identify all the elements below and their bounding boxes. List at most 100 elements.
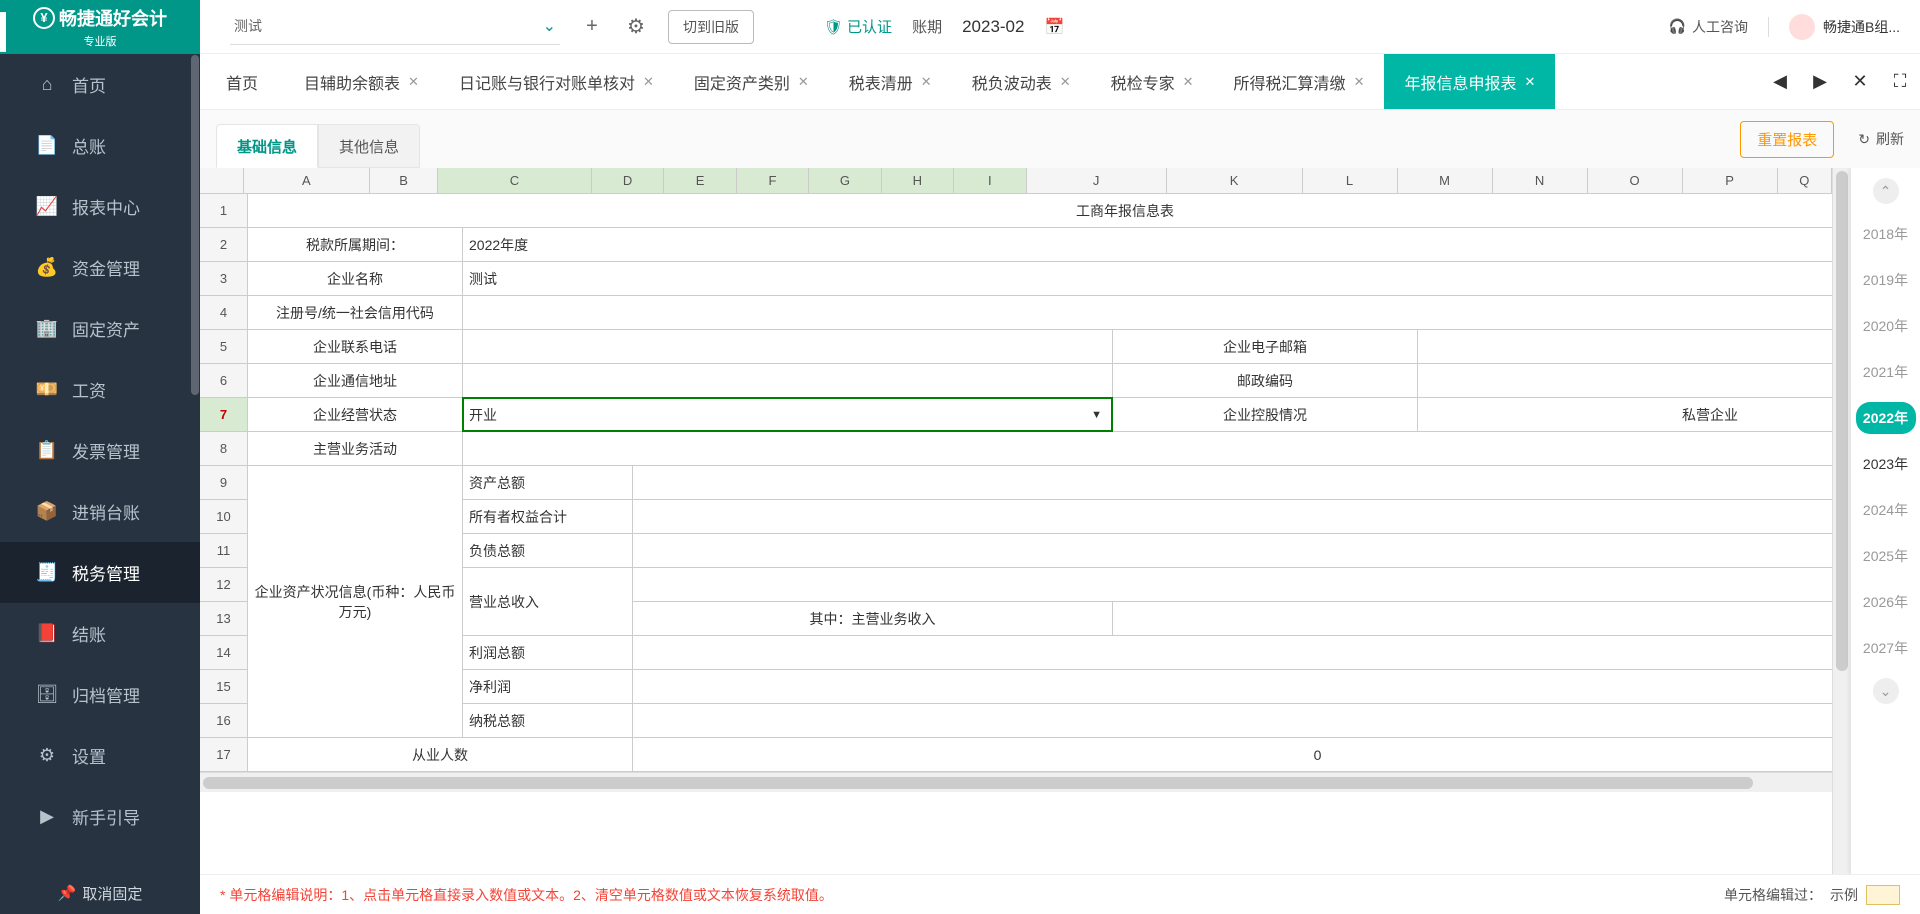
tab-5[interactable]: 税检专家✕ <box>1091 54 1214 109</box>
sidebar-item-guide[interactable]: ▶新手引导 <box>0 786 200 847</box>
year-item-2020年[interactable]: 2020年 <box>1856 310 1916 342</box>
refresh-button[interactable]: ↻刷新 <box>1858 129 1904 149</box>
mainrev-value[interactable] <box>1113 602 1832 636</box>
close-icon[interactable]: ✕ <box>921 74 932 90</box>
sidebar-item-money[interactable]: 💰资金管理 <box>0 237 200 298</box>
asset-block-label[interactable]: 企业资产状况信息(币种：人民币万元) <box>248 466 463 738</box>
sidebar-item-tax[interactable]: 🧾税务管理 <box>0 542 200 603</box>
row-header-1[interactable]: 1 <box>200 194 248 228</box>
close-icon[interactable]: ✕ <box>798 74 809 90</box>
holding-label[interactable]: 企业控股情况 <box>1113 398 1418 432</box>
phone-label[interactable]: 企业联系电话 <box>248 330 463 364</box>
tab-2[interactable]: 固定资产类别✕ <box>674 54 829 109</box>
asset-field-9[interactable]: 资产总额 <box>463 466 633 500</box>
sidebar-item-close[interactable]: 📕结账 <box>0 603 200 664</box>
col-header-H[interactable]: H <box>882 168 954 193</box>
row-header-15[interactable]: 15 <box>200 670 248 704</box>
status-value[interactable]: 开业▼ <box>463 398 1113 432</box>
mainrev-label[interactable]: 其中：主营业务收入 <box>633 602 1113 636</box>
year-item-2026年[interactable]: 2026年 <box>1856 586 1916 618</box>
sub-tab-1[interactable]: 其他信息 <box>318 124 420 168</box>
row-header-16[interactable]: 16 <box>200 704 248 738</box>
addr-label[interactable]: 企业通信地址 <box>248 364 463 398</box>
tab-4[interactable]: 税负波动表✕ <box>952 54 1091 109</box>
asset-value-14[interactable] <box>633 636 1832 670</box>
company-select[interactable]: 测试 ⌄ <box>230 9 560 45</box>
name-label[interactable]: 企业名称 <box>248 262 463 296</box>
period-value-cell[interactable]: 2022年度 <box>463 228 1832 262</box>
row-header-17[interactable]: 17 <box>200 738 248 772</box>
status-label[interactable]: 企业经营状态 <box>248 398 463 432</box>
sidebar-item-salary[interactable]: 💴工资 <box>0 359 200 420</box>
tab-prev-icon[interactable]: ◀ <box>1760 71 1800 92</box>
col-header-F[interactable]: F <box>737 168 809 193</box>
col-header-N[interactable]: N <box>1493 168 1588 193</box>
year-item-2019年[interactable]: 2019年 <box>1856 264 1916 296</box>
sidebar-item-asset[interactable]: 🏢固定资产 <box>0 298 200 359</box>
reset-button[interactable]: 重置报表 <box>1740 121 1834 158</box>
tab-1[interactable]: 日记账与银行对账单核对✕ <box>439 54 674 109</box>
sidebar-item-chart[interactable]: 📈报表中心 <box>0 176 200 237</box>
col-header-O[interactable]: O <box>1588 168 1683 193</box>
close-icon[interactable]: ✕ <box>643 74 654 90</box>
tab-home[interactable]: 首页 <box>200 54 284 109</box>
rev-value[interactable] <box>633 568 1832 602</box>
tab-3[interactable]: 税表清册✕ <box>829 54 952 109</box>
rev-label[interactable]: 营业总收入 <box>463 568 633 636</box>
row-header-13[interactable]: 13 <box>200 602 248 636</box>
fullscreen-icon[interactable]: ⛶ <box>1880 71 1920 92</box>
asset-value-9[interactable] <box>633 466 1832 500</box>
row-header-4[interactable]: 4 <box>200 296 248 330</box>
close-icon[interactable]: ✕ <box>408 74 419 90</box>
row-header-9[interactable]: 9 <box>200 466 248 500</box>
sidebar-item-invoice[interactable]: 📋发票管理 <box>0 420 200 481</box>
year-item-2027年[interactable]: 2027年 <box>1856 632 1916 664</box>
close-icon[interactable]: ✕ <box>1060 74 1071 90</box>
col-header-J[interactable]: J <box>1027 168 1167 193</box>
col-header-E[interactable]: E <box>664 168 736 193</box>
row-header-12[interactable]: 12 <box>200 568 248 602</box>
asset-field-14[interactable]: 利润总额 <box>463 636 633 670</box>
row-header-8[interactable]: 8 <box>200 432 248 466</box>
asset-field-16[interactable]: 纳税总额 <box>463 704 633 738</box>
email-label[interactable]: 企业电子邮箱 <box>1113 330 1418 364</box>
dropdown-icon[interactable]: ▼ <box>1091 409 1106 421</box>
sidebar-item-ledger[interactable]: 📄总账 <box>0 115 200 176</box>
year-item-2023年[interactable]: 2023年 <box>1856 448 1916 480</box>
close-icon[interactable]: ✕ <box>1524 74 1535 90</box>
reg-label[interactable]: 注册号/统一社会信用代码 <box>248 296 463 330</box>
row-header-7[interactable]: 7 <box>200 398 248 432</box>
year-item-2025年[interactable]: 2025年 <box>1856 540 1916 572</box>
col-header-C[interactable]: C <box>438 168 592 193</box>
year-up-icon[interactable]: ⌃ <box>1873 178 1899 204</box>
col-header-P[interactable]: P <box>1683 168 1778 193</box>
year-item-2022年[interactable]: 2022年 <box>1856 402 1916 434</box>
asset-value-15[interactable] <box>633 670 1832 704</box>
col-header-A[interactable]: A <box>244 168 371 193</box>
vertical-scrollbar[interactable] <box>1832 168 1850 874</box>
row-header-2[interactable]: 2 <box>200 228 248 262</box>
year-item-2018年[interactable]: 2018年 <box>1856 218 1916 250</box>
year-item-2021年[interactable]: 2021年 <box>1856 356 1916 388</box>
emp-value[interactable]: 0 <box>633 738 1832 772</box>
col-header-K[interactable]: K <box>1167 168 1303 193</box>
zip-label[interactable]: 邮政编码 <box>1113 364 1418 398</box>
name-value[interactable]: 测试 <box>463 262 1832 296</box>
year-item-2024年[interactable]: 2024年 <box>1856 494 1916 526</box>
sidebar-item-stock[interactable]: 📦进销台账 <box>0 481 200 542</box>
sub-tab-0[interactable]: 基础信息 <box>216 124 318 168</box>
year-down-icon[interactable]: ⌄ <box>1873 678 1899 704</box>
col-header-I[interactable]: I <box>954 168 1026 193</box>
gear-icon[interactable]: ⚙ <box>624 15 648 39</box>
row-header-11[interactable]: 11 <box>200 534 248 568</box>
close-icon[interactable]: ✕ <box>1354 74 1365 90</box>
col-header-D[interactable]: D <box>592 168 664 193</box>
asset-value-16[interactable] <box>633 704 1832 738</box>
sidebar-scrollbar[interactable] <box>190 54 200 914</box>
tab-next-icon[interactable]: ▶ <box>1800 71 1840 92</box>
old-version-button[interactable]: 切到旧版 <box>668 10 754 44</box>
row-header-6[interactable]: 6 <box>200 364 248 398</box>
sheet-title[interactable]: 工商年报信息表 <box>248 194 1832 228</box>
period-value[interactable]: 2023-02 <box>962 17 1024 37</box>
emp-label[interactable]: 从业人数 <box>248 738 633 772</box>
